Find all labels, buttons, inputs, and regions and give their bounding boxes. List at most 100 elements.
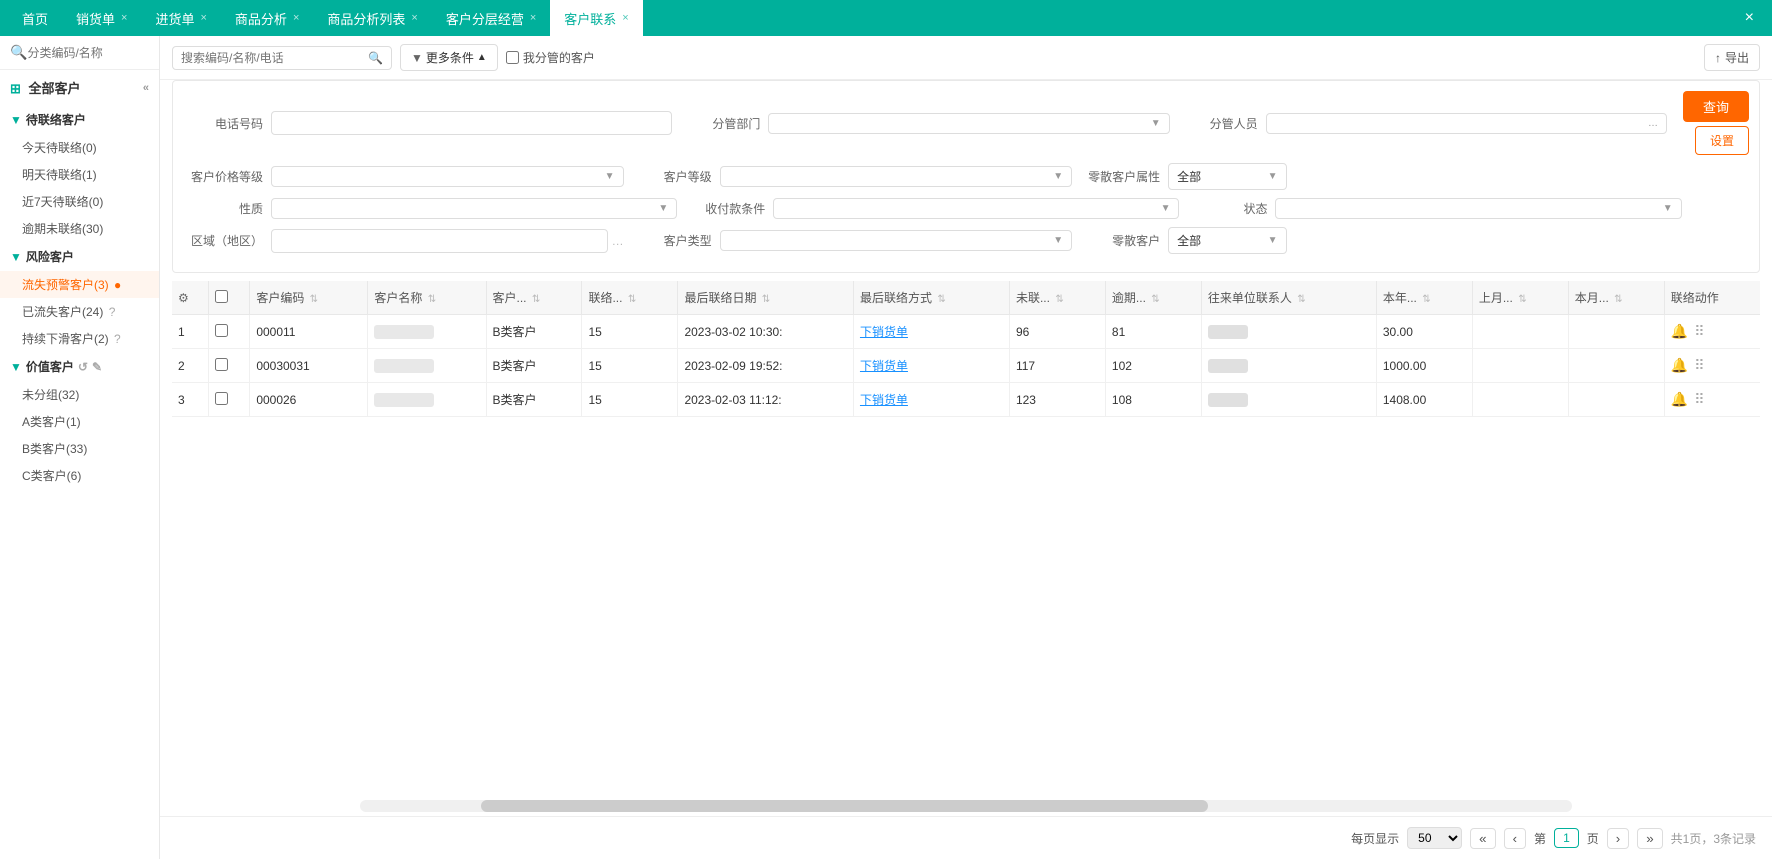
export-button[interactable]: ↑ 导出 — [1704, 44, 1760, 71]
row-last-method: 下销货单 — [853, 349, 1009, 383]
sidebar-group-pending[interactable]: ▼ 待联络客户 — [0, 105, 159, 134]
action-more-icon[interactable]: ⠿ — [1694, 357, 1704, 374]
sidebar-item-tomorrow[interactable]: 明天待联络(1) — [0, 161, 159, 188]
col-action: 联络动作 — [1664, 281, 1760, 315]
nav-customer-contact-close[interactable]: × — [622, 12, 628, 24]
nav-product-analysis-list[interactable]: 商品分析列表 × — [313, 0, 431, 36]
sort-nocontact-icon[interactable]: ⇅ — [1055, 294, 1063, 305]
action-contact-icon[interactable]: 🔔 — [1671, 357, 1688, 374]
sidebar-group-risk[interactable]: ▼ 风险客户 — [0, 242, 159, 271]
page-next-btn[interactable]: › — [1607, 828, 1629, 849]
nav-home[interactable]: 首页 — [8, 0, 62, 36]
sidebar: 🔍 ⊞ 全部客户 « ▼ 待联络客户 今天待联络(0) 明天待联络(1) 近7天… — [0, 36, 160, 859]
select-all-checkbox[interactable] — [215, 290, 228, 303]
sort-code-icon[interactable]: ⇅ — [310, 294, 318, 305]
sidebar-item-7days[interactable]: 近7天待联络(0) — [0, 188, 159, 215]
sidebar-item-type-a[interactable]: A类客户(1) — [0, 408, 159, 435]
filter-search-input[interactable] — [181, 51, 368, 65]
nav-product-analysis[interactable]: 商品分析 × — [221, 0, 313, 36]
row-last-month — [1472, 349, 1568, 383]
adv-field-nature: 性质 ▼ — [183, 198, 677, 219]
customer-table: ⚙ 客户编码 ⇅ 客户名称 ⇅ — [172, 281, 1760, 417]
retail-attr-arrow: ▼ — [1268, 171, 1278, 182]
edit-icon[interactable]: ✎ — [92, 360, 102, 374]
retail-select[interactable]: 全部 ▼ — [1168, 227, 1286, 254]
sidebar-group-value[interactable]: ▼ 价值客户 ↺ ✎ — [0, 352, 159, 381]
row-no-contact: 96 — [1009, 315, 1105, 349]
row-checkbox[interactable] — [209, 383, 250, 417]
sort-year-icon[interactable]: ⇅ — [1422, 294, 1430, 305]
sort-overdue-icon[interactable]: ⇅ — [1151, 294, 1159, 305]
phone-input[interactable] — [271, 111, 672, 135]
customer-type-label: 客户类型 — [632, 232, 712, 249]
sidebar-all-customers[interactable]: ⊞ 全部客户 « — [0, 70, 159, 105]
page-prev-btn[interactable]: ‹ — [1504, 828, 1526, 849]
sidebar-item-type-c[interactable]: C类客户(6) — [0, 462, 159, 489]
nav-product-analysis-list-close[interactable]: × — [411, 12, 417, 24]
scrollbar-thumb[interactable] — [481, 800, 1208, 812]
sort-method-icon[interactable]: ⇅ — [937, 294, 945, 305]
page-label: 第 — [1534, 830, 1546, 847]
sort-person-icon[interactable]: ⇅ — [1297, 294, 1305, 305]
nav-product-analysis-close[interactable]: × — [293, 12, 299, 24]
row-this-year: 30.00 — [1376, 315, 1472, 349]
per-page-select[interactable]: 50 100 — [1407, 827, 1462, 849]
price-tier-select[interactable]: ▼ — [271, 166, 624, 187]
customer-type-select[interactable]: ▼ — [720, 230, 1073, 251]
nav-purchase-order-close[interactable]: × — [200, 12, 206, 24]
dept-select-arrow: ▼ — [1151, 118, 1161, 129]
nav-customer-tier[interactable]: 客户分层经营 × — [432, 0, 550, 36]
sort-contact-icon[interactable]: ⇅ — [628, 294, 636, 305]
action-more-icon[interactable]: ⠿ — [1694, 323, 1704, 340]
query-button[interactable]: 查询 — [1683, 91, 1749, 122]
page-last-btn[interactable]: » — [1637, 828, 1662, 849]
sidebar-item-overdue[interactable]: 逾期未联络(30) — [0, 215, 159, 242]
table-gear-icon[interactable]: ⚙ — [178, 291, 189, 305]
row-checkbox[interactable] — [209, 349, 250, 383]
payment-select[interactable]: ▼ — [773, 198, 1179, 219]
sort-name-icon[interactable]: ⇅ — [428, 294, 436, 305]
nav-sales-order-close[interactable]: × — [121, 12, 127, 24]
nav-sales-order[interactable]: 销货单 × — [62, 0, 141, 36]
filter-more-btn[interactable]: ▼ 更多条件 ▲ — [400, 44, 498, 71]
row-contact-person — [1201, 383, 1376, 417]
customer-tier-select[interactable]: ▼ — [720, 166, 1073, 187]
nav-customer-contact[interactable]: 客户联系 × — [550, 0, 642, 36]
filter-my-customers[interactable]: 我分管的客户 — [506, 49, 595, 66]
col-overdue: 逾期... ⇅ — [1105, 281, 1201, 315]
nav-purchase-order[interactable]: 进货单 × — [141, 0, 220, 36]
action-more-icon[interactable]: ⠿ — [1694, 391, 1704, 408]
refresh-icon[interactable]: ↺ — [78, 360, 88, 374]
window-close-icon[interactable]: × — [1735, 9, 1764, 27]
horizontal-scrollbar[interactable] — [360, 800, 1572, 812]
action-contact-icon[interactable]: 🔔 — [1671, 391, 1688, 408]
action-contact-icon[interactable]: 🔔 — [1671, 323, 1688, 340]
sort-lastmonth-icon[interactable]: ⇅ — [1518, 294, 1526, 305]
page-current: 1 — [1554, 828, 1579, 848]
nature-select[interactable]: ▼ — [271, 198, 677, 219]
sidebar-item-declining[interactable]: 持续下滑客户(2) ? — [0, 325, 159, 352]
nav-customer-tier-close[interactable]: × — [530, 12, 536, 24]
adv-field-payment: 收付款条件 ▼ — [685, 198, 1179, 219]
sort-type-icon[interactable]: ⇅ — [532, 294, 540, 305]
filter-search-icon[interactable]: 🔍 — [368, 51, 383, 65]
sidebar-item-churn-warning[interactable]: 流失预警客户(3) ● — [0, 271, 159, 298]
row-checkbox[interactable] — [209, 315, 250, 349]
sort-date-icon[interactable]: ⇅ — [762, 294, 770, 305]
sort-thismonth-icon[interactable]: ⇅ — [1614, 294, 1622, 305]
page-first-btn[interactable]: « — [1470, 828, 1495, 849]
sidebar-search-input[interactable] — [27, 46, 160, 60]
setting-button[interactable]: 设置 — [1695, 126, 1749, 155]
person-select[interactable]: … — [1266, 113, 1667, 134]
region-input[interactable] — [271, 229, 608, 253]
sidebar-item-type-b[interactable]: B类客户(33) — [0, 435, 159, 462]
my-customers-checkbox[interactable] — [506, 51, 519, 64]
region-dots[interactable]: … — [612, 234, 624, 248]
dept-select[interactable]: ▼ — [768, 113, 1169, 134]
filter-more-arrow: ▲ — [477, 52, 487, 63]
sidebar-item-today[interactable]: 今天待联络(0) — [0, 134, 159, 161]
sidebar-item-ungrouped[interactable]: 未分组(32) — [0, 381, 159, 408]
retail-attr-select[interactable]: 全部 ▼ — [1168, 163, 1286, 190]
sidebar-item-churned[interactable]: 已流失客户(24) ? — [0, 298, 159, 325]
status-select[interactable]: ▼ — [1275, 198, 1681, 219]
